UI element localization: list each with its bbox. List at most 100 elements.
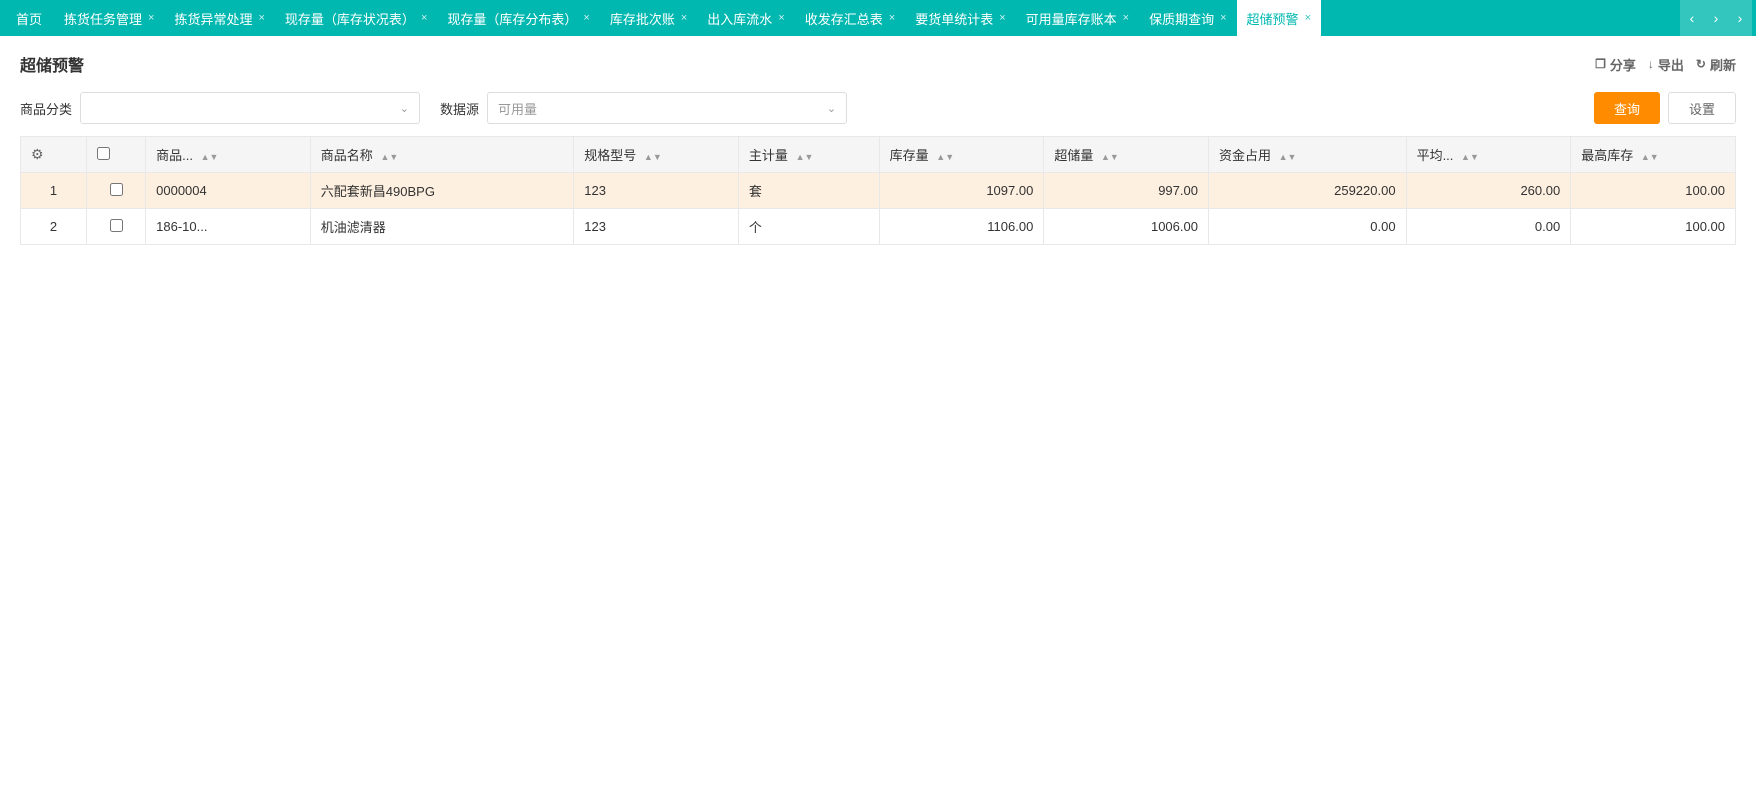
datasource-label: 数据源 (440, 99, 479, 118)
row-name: 机油滤清器 (310, 209, 573, 245)
close-icon[interactable]: × (999, 12, 1005, 24)
nav-home[interactable]: 首页 (4, 9, 54, 28)
sort-icon: ▲▼ (1101, 152, 1119, 162)
col-header-unit[interactable]: 主计量 ▲▼ (738, 137, 879, 173)
close-icon[interactable]: × (148, 12, 154, 24)
row-spec: 123 (574, 209, 739, 245)
gear-icon[interactable]: ⚙ (31, 146, 44, 162)
nav-prev-button[interactable]: ‹ (1680, 0, 1704, 36)
close-icon[interactable]: × (1123, 12, 1129, 24)
data-table: ⚙ 商品... ▲▼ 商品名称 ▲▼ 规格型号 ▲▼ 主计 (20, 136, 1736, 245)
nav-tab-3[interactable]: 现存量（库存分布表） × (437, 0, 599, 36)
table-header-row: ⚙ 商品... ▲▼ 商品名称 ▲▼ 规格型号 ▲▼ 主计 (21, 137, 1736, 173)
datasource-value: 可用量 (498, 99, 537, 118)
nav-tab-5[interactable]: 出入库流水 × (697, 0, 794, 36)
page-container: 超储预警 ❐ 分享 ↓ 导出 ↻ 刷新 商品分类 ⌄ 数据源 (0, 36, 1756, 261)
row-max: 100.00 (1571, 209, 1736, 245)
row-max: 100.00 (1571, 173, 1736, 209)
row-code: 0000004 (146, 173, 311, 209)
nav-tab-7[interactable]: 要货单统计表 × (905, 0, 1015, 36)
table-row: 1 0000004 六配套新昌490BPG 123 套 1097.00 997.… (21, 173, 1736, 209)
sort-icon: ▲▼ (644, 152, 662, 162)
col-header-avg[interactable]: 平均... ▲▼ (1406, 137, 1571, 173)
row-capital: 259220.00 (1208, 173, 1406, 209)
row-spec: 123 (574, 173, 739, 209)
page-actions: ❐ 分享 ↓ 导出 ↻ 刷新 (1595, 55, 1736, 74)
filter-row: 商品分类 ⌄ 数据源 可用量 ⌄ 查询 设置 (20, 92, 1736, 124)
export-link[interactable]: ↓ 导出 (1648, 55, 1684, 74)
page-title: 超储预警 (20, 52, 84, 76)
close-icon[interactable]: × (1220, 12, 1226, 24)
close-icon[interactable]: × (421, 12, 427, 24)
share-icon: ❐ (1595, 57, 1606, 71)
row-code: 186-10... (146, 209, 311, 245)
col-header-capital[interactable]: 资金占用 ▲▼ (1208, 137, 1406, 173)
row-stock: 1106.00 (879, 209, 1044, 245)
nav-next-button[interactable]: › (1704, 0, 1728, 36)
close-icon[interactable]: × (583, 12, 589, 24)
check-header[interactable] (86, 137, 145, 173)
refresh-icon: ↻ (1696, 57, 1706, 71)
row-check[interactable] (86, 209, 145, 245)
close-icon[interactable]: × (258, 12, 264, 24)
chevron-down-icon: ⌄ (400, 102, 409, 115)
close-icon[interactable]: × (681, 12, 687, 24)
row-over: 997.00 (1044, 173, 1209, 209)
datasource-select[interactable]: 可用量 ⌄ (487, 92, 847, 124)
query-button[interactable]: 查询 (1594, 92, 1660, 124)
nav-arrows: ‹ › › (1680, 0, 1752, 36)
row-seq: 2 (21, 209, 87, 245)
sort-icon: ▲▼ (1461, 152, 1479, 162)
nav-tab-2[interactable]: 现存量（库存状况表） × (275, 0, 437, 36)
category-select[interactable]: ⌄ (80, 92, 420, 124)
close-icon[interactable]: × (1305, 12, 1311, 24)
sort-icon: ▲▼ (936, 152, 954, 162)
col-header-stock[interactable]: 库存量 ▲▼ (879, 137, 1044, 173)
close-icon[interactable]: × (889, 12, 895, 24)
nav-tab-4[interactable]: 库存批次账 × (600, 0, 697, 36)
row-avg: 260.00 (1406, 173, 1571, 209)
filter-actions: 查询 设置 (1594, 92, 1736, 124)
nav-bar: 首页 拣货任务管理 × 拣货异常处理 × 现存量（库存状况表） × 现存量（库存… (0, 0, 1756, 36)
row-name: 六配套新昌490BPG (310, 173, 573, 209)
nav-tab-10[interactable]: 超储预警 × (1237, 0, 1321, 36)
table-row: 2 186-10... 机油滤清器 123 个 1106.00 1006.00 … (21, 209, 1736, 245)
row-seq: 1 (21, 173, 87, 209)
col-header-max[interactable]: 最高库存 ▲▼ (1571, 137, 1736, 173)
col-header-spec[interactable]: 规格型号 ▲▼ (574, 137, 739, 173)
category-filter: 商品分类 ⌄ (20, 92, 420, 124)
row-avg: 0.00 (1406, 209, 1571, 245)
col-header-code[interactable]: 商品... ▲▼ (146, 137, 311, 173)
close-icon[interactable]: × (778, 12, 784, 24)
select-all-checkbox[interactable] (97, 147, 110, 160)
nav-tab-1[interactable]: 拣货异常处理 × (164, 0, 274, 36)
settings-header[interactable]: ⚙ (21, 137, 87, 173)
nav-tab-6[interactable]: 收发存汇总表 × (795, 0, 905, 36)
set-button[interactable]: 设置 (1668, 92, 1736, 124)
nav-more-button[interactable]: › (1728, 0, 1752, 36)
row-over: 1006.00 (1044, 209, 1209, 245)
share-link[interactable]: ❐ 分享 (1595, 55, 1636, 74)
page-title-row: 超储预警 ❐ 分享 ↓ 导出 ↻ 刷新 (20, 52, 1736, 76)
export-icon: ↓ (1648, 57, 1654, 71)
sort-icon: ▲▼ (1641, 152, 1659, 162)
sort-icon: ▲▼ (380, 152, 398, 162)
nav-tab-8[interactable]: 可用量库存账本 × (1016, 0, 1139, 36)
sort-icon: ▲▼ (201, 152, 219, 162)
sort-icon: ▲▼ (1279, 152, 1297, 162)
category-label: 商品分类 (20, 99, 72, 118)
col-header-over[interactable]: 超储量 ▲▼ (1044, 137, 1209, 173)
row-unit: 个 (738, 209, 879, 245)
row-checkbox[interactable] (110, 183, 123, 196)
row-unit: 套 (738, 173, 879, 209)
sort-icon: ▲▼ (796, 152, 814, 162)
row-capital: 0.00 (1208, 209, 1406, 245)
datasource-filter: 数据源 可用量 ⌄ (440, 92, 847, 124)
row-checkbox[interactable] (110, 219, 123, 232)
refresh-link[interactable]: ↻ 刷新 (1696, 55, 1736, 74)
nav-tab-0[interactable]: 拣货任务管理 × (54, 0, 164, 36)
row-stock: 1097.00 (879, 173, 1044, 209)
col-header-name[interactable]: 商品名称 ▲▼ (310, 137, 573, 173)
nav-tab-9[interactable]: 保质期查询 × (1139, 0, 1236, 36)
row-check[interactable] (86, 173, 145, 209)
